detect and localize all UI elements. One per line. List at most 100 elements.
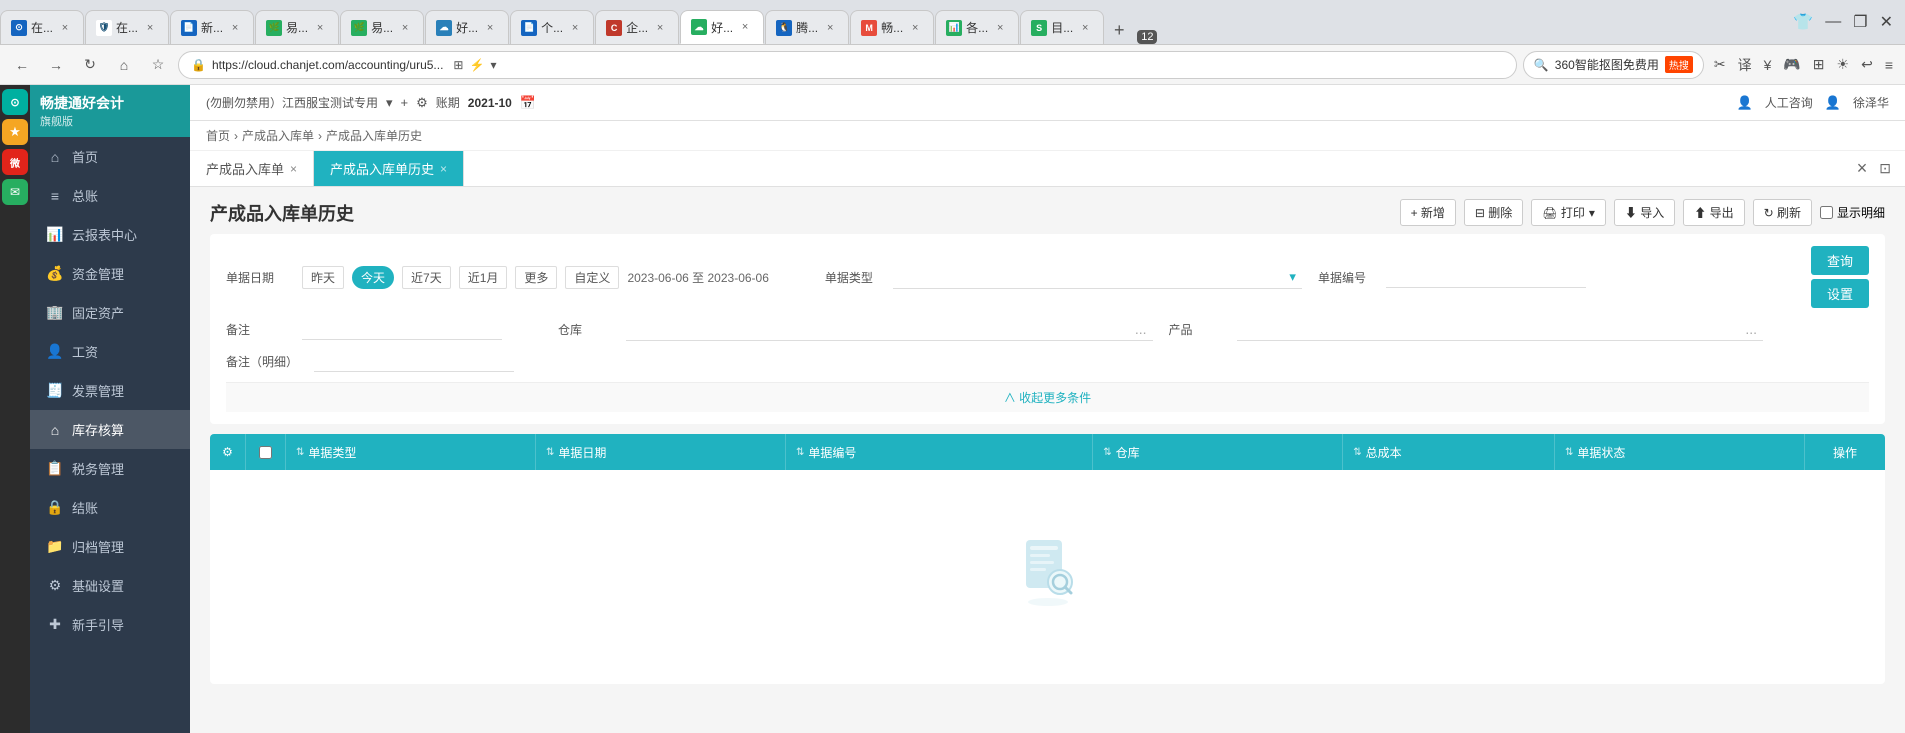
browser-tab-13[interactable]: S 目... ×: [1020, 10, 1104, 44]
sidebar-item-assets[interactable]: 🏢 固定资产: [30, 293, 190, 332]
number-input[interactable]: [1386, 267, 1586, 288]
delete-button[interactable]: ⊟ 删除: [1464, 199, 1523, 226]
tab-list[interactable]: 产成品入库单 ×: [190, 151, 314, 186]
new-tab-button[interactable]: +: [1105, 16, 1133, 44]
close-window-button[interactable]: ✕: [1876, 10, 1897, 34]
browser-tab-12[interactable]: 📊 各... ×: [935, 10, 1019, 44]
grid-icon[interactable]: ⊞: [1809, 54, 1829, 75]
date-btn-7days[interactable]: 近7天: [402, 266, 451, 289]
type-select[interactable]: ▾: [893, 266, 1302, 289]
browser-tab-1[interactable]: ⊙ 在... ×: [0, 10, 84, 44]
th-checkbox[interactable]: [246, 434, 286, 470]
tab6-close[interactable]: ×: [482, 20, 498, 36]
tab3-close[interactable]: ×: [227, 20, 243, 36]
bookmark-button[interactable]: ☆: [144, 51, 172, 79]
translate-icon[interactable]: 译: [1734, 53, 1756, 77]
browser-tab-6[interactable]: ☁ 好... ×: [425, 10, 509, 44]
sidebar-item-home[interactable]: ⌂ 首页: [30, 137, 190, 176]
scissors-icon[interactable]: ✂: [1710, 54, 1730, 75]
product-dots[interactable]: ...: [1745, 321, 1757, 337]
weibo-app-icon[interactable]: 微: [2, 149, 28, 175]
warehouse-dots[interactable]: ...: [1135, 321, 1147, 337]
sidebar-item-wages[interactable]: 👤 工资: [30, 332, 190, 371]
browser-tab-4[interactable]: 🌿 易... ×: [255, 10, 339, 44]
sidebar-item-invoices[interactable]: 🧾 发票管理: [30, 371, 190, 410]
page-close-button[interactable]: ×: [1851, 158, 1874, 179]
date-btn-1month[interactable]: 近1月: [459, 266, 508, 289]
th-type[interactable]: ⇅ 单据类型: [286, 434, 536, 470]
browser-tab-3[interactable]: 📄 新... ×: [170, 10, 254, 44]
tab4-close[interactable]: ×: [312, 20, 328, 36]
email-app-icon[interactable]: ✉: [2, 179, 28, 205]
print-button[interactable]: 🖨 打印 ▾: [1531, 199, 1606, 226]
show-columns-checkbox[interactable]: [1820, 206, 1833, 219]
sidebar-item-settings[interactable]: ⚙ 基础设置: [30, 566, 190, 605]
game-icon[interactable]: 🎮: [1779, 54, 1804, 75]
sidebar-item-ledger[interactable]: ≡ 总账: [30, 176, 190, 215]
forward-button[interactable]: →: [42, 51, 70, 79]
add-button[interactable]: + 新增: [1400, 199, 1456, 226]
sidebar-item-reports[interactable]: 📊 云报表中心: [30, 215, 190, 254]
tab12-close[interactable]: ×: [992, 20, 1008, 36]
th-warehouse[interactable]: ⇅ 仓库: [1093, 434, 1343, 470]
company-dropdown-icon[interactable]: ▾: [386, 95, 393, 111]
sidebar-item-archive[interactable]: 📁 归档管理: [30, 527, 190, 566]
browser-tab-9[interactable]: ☁ 好... ×: [680, 10, 764, 44]
date-btn-yesterday[interactable]: 昨天: [302, 266, 344, 289]
user-name[interactable]: 徐泽华: [1853, 94, 1889, 111]
sidebar-item-newentry[interactable]: ✚ 新手引导: [30, 605, 190, 644]
tab11-close[interactable]: ×: [907, 20, 923, 36]
th-cost[interactable]: ⇅ 总成本: [1343, 434, 1555, 470]
tab5-close[interactable]: ×: [397, 20, 413, 36]
product-select[interactable]: ...: [1237, 318, 1764, 341]
browser-tab-10[interactable]: 🐧 腾... ×: [765, 10, 849, 44]
breadcrumb-list[interactable]: 产成品入库单: [242, 127, 314, 144]
tab-history-close[interactable]: ×: [440, 162, 447, 176]
add-company-button[interactable]: +: [401, 95, 409, 110]
support-label[interactable]: 人工咨询: [1765, 94, 1813, 111]
date-btn-today[interactable]: 今天: [352, 266, 394, 289]
browser-tab-7[interactable]: 📄 个... ×: [510, 10, 594, 44]
tab7-close[interactable]: ×: [567, 20, 583, 36]
collapse-button[interactable]: ∧ 收起更多条件: [226, 382, 1869, 412]
tab2-close[interactable]: ×: [142, 20, 158, 36]
sun-icon[interactable]: ☀: [1833, 54, 1854, 75]
th-settings[interactable]: ⚙: [210, 434, 246, 470]
export-button[interactable]: ⬆ 导出: [1683, 199, 1744, 226]
browser-tab-5[interactable]: 🌿 易... ×: [340, 10, 424, 44]
minimize-button[interactable]: —: [1821, 11, 1845, 33]
address-input[interactable]: 🔒 https://cloud.chanjet.com/accounting/u…: [178, 51, 1517, 79]
filter-settings-button[interactable]: 设置: [1811, 279, 1869, 308]
tab-history[interactable]: 产成品入库单历史 ×: [314, 151, 464, 186]
show-columns-toggle[interactable]: 显示明细: [1820, 204, 1885, 221]
calendar-icon[interactable]: 📅: [520, 95, 536, 111]
browser-tab-11[interactable]: M 畅... ×: [850, 10, 934, 44]
chanjet-app-icon[interactable]: ⊙: [2, 89, 28, 115]
query-button[interactable]: 查询: [1811, 246, 1869, 275]
th-number[interactable]: ⇅ 单据编号: [786, 434, 1093, 470]
import-button[interactable]: ⬇ 导入: [1614, 199, 1675, 226]
tab9-close[interactable]: ×: [737, 19, 753, 35]
settings-cog-icon[interactable]: ⚙: [416, 95, 428, 111]
tab1-close[interactable]: ×: [57, 20, 73, 36]
tab-list-close[interactable]: ×: [290, 162, 297, 176]
home-button[interactable]: ⌂: [110, 51, 138, 79]
th-date[interactable]: ⇅ 单据日期: [536, 434, 786, 470]
browser-tab-2[interactable]: 🛡 在... ×: [85, 10, 169, 44]
warehouse-select[interactable]: ...: [626, 318, 1153, 341]
menu-icon[interactable]: ≡: [1881, 55, 1897, 75]
sidebar-item-tax[interactable]: 📋 税务管理: [30, 449, 190, 488]
date-btn-more[interactable]: 更多: [515, 266, 557, 289]
star-app-icon[interactable]: ★: [2, 119, 28, 145]
th-status[interactable]: ⇅ 单据状态: [1555, 434, 1805, 470]
tab10-close[interactable]: ×: [822, 20, 838, 36]
breadcrumb-home[interactable]: 首页: [206, 127, 230, 144]
detail-note-input[interactable]: [314, 351, 514, 372]
maximize-button[interactable]: ❐: [1849, 10, 1871, 34]
select-all-checkbox[interactable]: [259, 446, 272, 459]
back-button[interactable]: ←: [8, 51, 36, 79]
refresh-button[interactable]: ↻: [76, 51, 104, 79]
page-expand-button[interactable]: ⊡: [1873, 160, 1897, 177]
browser-tab-8[interactable]: C 企... ×: [595, 10, 679, 44]
refresh-button-toolbar[interactable]: ↻ 刷新: [1753, 199, 1812, 226]
